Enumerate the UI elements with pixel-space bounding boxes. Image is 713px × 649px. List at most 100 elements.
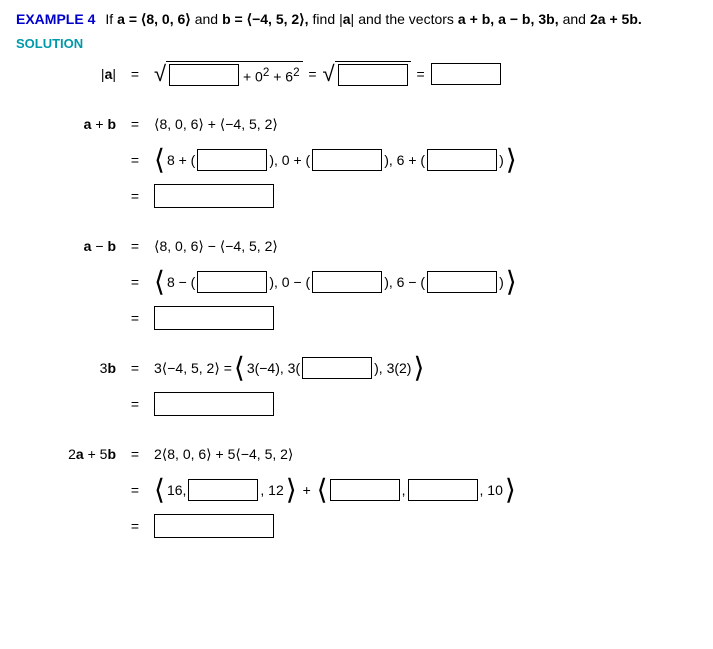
abs-a-input-2[interactable]: [338, 64, 408, 86]
amb-result-input[interactable]: [154, 306, 274, 330]
header-b-def: b = ⟨−4, 5, 2⟩,: [222, 8, 308, 30]
sqrt-static-1: + 02 + 62: [239, 66, 299, 85]
2a5b-eq3: =: [120, 518, 150, 534]
amb-rangle: ⟩: [506, 268, 517, 296]
header-and1: and: [195, 8, 218, 30]
sqrt-symbol-2: √: [323, 63, 335, 85]
header-2a5b: 2a + 5b.: [590, 8, 642, 30]
3b-result-input[interactable]: [154, 392, 274, 416]
amb-input1[interactable]: [197, 271, 267, 293]
amb-input2[interactable]: [312, 271, 382, 293]
2a5b-eq: =: [120, 446, 150, 462]
sqrt-content-1: + 02 + 62: [166, 61, 302, 87]
3b-langle: ⟨: [234, 354, 245, 382]
sqrt-symbol-1: √: [154, 63, 166, 85]
amb-eq3: =: [120, 310, 150, 326]
amb-result: [154, 306, 274, 330]
amb-6minus: ), 6 − (: [384, 274, 425, 290]
apb-close: ): [499, 152, 504, 168]
3b-3-2: ), 3(2): [374, 360, 411, 376]
2a5b-comma: ,: [402, 482, 406, 498]
3b-eq: =: [120, 360, 150, 376]
header-a-def: a = ⟨8, 0, 6⟩: [117, 8, 191, 30]
amb-8minus: 8 − (: [167, 274, 195, 290]
2a5b-label: 2a + 5b: [36, 446, 116, 462]
apb-content2: ⟨ 8 + ( ), 0 + ( ), 6 + ( ) ⟩: [154, 146, 517, 174]
abs-a-content: √ + 02 + 62 = √ =: [154, 61, 501, 87]
3b-rangle: ⟩: [413, 354, 424, 382]
abs-a-eq3: =: [413, 66, 429, 82]
amb-content1: ⟨8, 0, 6⟩ − ⟨−4, 5, 2⟩: [154, 238, 278, 255]
3b-3-4: 3(−4), 3(: [247, 360, 300, 376]
apb-input2[interactable]: [312, 149, 382, 171]
3b-text1: 3⟨−4, 5, 2⟩ =: [154, 360, 232, 377]
2a5b-content1: 2⟨8, 0, 6⟩ + 5⟨−4, 5, 2⟩: [154, 446, 293, 463]
2a5b-rangle2: ⟩: [505, 476, 516, 504]
2a5b-langle1: ⟨: [154, 476, 165, 504]
solution-label: SOLUTION: [16, 36, 697, 51]
2a5b-16: 16,: [167, 482, 186, 498]
3b-content1: 3⟨−4, 5, 2⟩ = ⟨ 3(−4), 3( ), 3(2) ⟩: [154, 354, 424, 382]
3b-row2: =: [36, 389, 697, 419]
2a5b-10: , 10: [480, 482, 503, 498]
amb-input3[interactable]: [427, 271, 497, 293]
amb-row3: =: [36, 303, 697, 333]
abs-a-input-3[interactable]: [431, 63, 501, 85]
abs-a-row: |a| = √ + 02 + 62 = √ =: [36, 59, 697, 89]
header-apb: a + b,: [458, 8, 494, 30]
2a5b-result: [154, 514, 274, 538]
amb-0minus: ), 0 − (: [269, 274, 310, 290]
example-header: EXAMPLE 4 If a = ⟨8, 0, 6⟩ and b = ⟨−4, …: [16, 8, 697, 30]
2a5b-input3[interactable]: [408, 479, 478, 501]
abs-a-label: |a|: [36, 66, 116, 82]
header-and2: and: [563, 8, 586, 30]
apb-result: [154, 184, 274, 208]
apb-eq2: =: [120, 152, 150, 168]
2a5b-12: , 12: [260, 482, 283, 498]
apb-content1: ⟨8, 0, 6⟩ + ⟨−4, 5, 2⟩: [154, 116, 278, 133]
3b-result: [154, 392, 274, 416]
2a5b-input1[interactable]: [188, 479, 258, 501]
amb-row2: = ⟨ 8 − ( ), 0 − ( ), 6 − ( ) ⟩: [36, 267, 697, 297]
2a5b-result-input[interactable]: [154, 514, 274, 538]
amb-eq2: =: [120, 274, 150, 290]
apb-6plus: ), 6 + (: [384, 152, 425, 168]
abs-a-eq: =: [120, 66, 150, 82]
example-label: EXAMPLE 4: [16, 8, 95, 30]
apb-eq3: =: [120, 188, 150, 204]
apb-input3[interactable]: [427, 149, 497, 171]
apb-label: a + b: [36, 116, 116, 132]
3b-input1[interactable]: [302, 357, 372, 379]
header-abs-a: |a|: [339, 8, 354, 30]
amb-label: a − b: [36, 238, 116, 254]
2a5b-rangle1: ⟩: [286, 476, 297, 504]
2a5b-langle2: ⟨: [317, 476, 328, 504]
header-and-vectors: and the vectors: [358, 8, 454, 30]
amb-content2: ⟨ 8 − ( ), 0 − ( ), 6 − ( ) ⟩: [154, 268, 517, 296]
abs-a-input-1[interactable]: [169, 64, 239, 86]
2a5b-text1: 2⟨8, 0, 6⟩ + 5⟨−4, 5, 2⟩: [154, 446, 293, 463]
apb-row2: = ⟨ 8 + ( ), 0 + ( ), 6 + ( ) ⟩: [36, 145, 697, 175]
abs-a-eq2: =: [305, 66, 321, 82]
apb-input1[interactable]: [197, 149, 267, 171]
2a5b-content2: ⟨ 16, , 12 ⟩ + ⟨ , , 10 ⟩: [154, 476, 516, 504]
amb-langle: ⟨: [154, 268, 165, 296]
apb-result-input[interactable]: [154, 184, 274, 208]
header-amb: a − b,: [498, 8, 534, 30]
apb-text1: ⟨8, 0, 6⟩ + ⟨−4, 5, 2⟩: [154, 116, 278, 133]
apb-8plus: 8 + (: [167, 152, 195, 168]
3b-label: 3b: [36, 360, 116, 376]
2a5b-input2[interactable]: [330, 479, 400, 501]
amb-close: ): [499, 274, 504, 290]
2a5b-eq2: =: [120, 482, 150, 498]
apb-langle: ⟨: [154, 146, 165, 174]
amb-text1: ⟨8, 0, 6⟩ − ⟨−4, 5, 2⟩: [154, 238, 278, 255]
3b-eq2: =: [120, 396, 150, 412]
apb-row3: =: [36, 181, 697, 211]
apb-rangle: ⟩: [506, 146, 517, 174]
math-block: |a| = √ + 02 + 62 = √ = a + b = ⟨8, 0, 6…: [36, 59, 697, 541]
apb-eq: =: [120, 116, 150, 132]
2a5b-row1: 2a + 5b = 2⟨8, 0, 6⟩ + 5⟨−4, 5, 2⟩: [36, 439, 697, 469]
sqrt-content-2: [335, 61, 411, 87]
apb-0plus: ), 0 + (: [269, 152, 310, 168]
